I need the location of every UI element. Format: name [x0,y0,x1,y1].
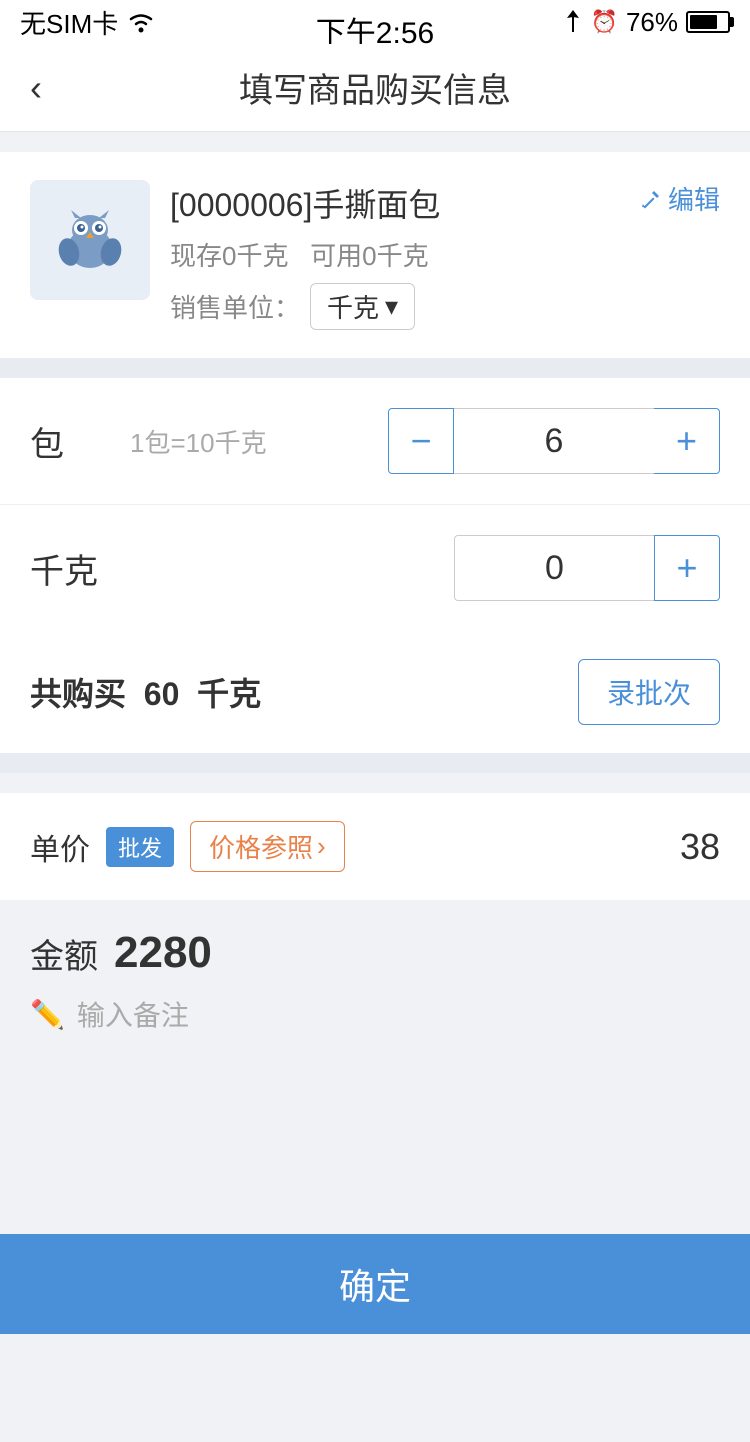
nav-bar: ‹ 填写商品购买信息 [0,44,750,132]
unit-dropdown-icon: ▾ [385,291,398,322]
kg-controls: + [454,535,720,601]
package-input-section: 包 1包=10千克 − + 千克 + [0,378,750,631]
summary-row: 共购买 60 千克 录批次 [0,631,750,753]
price-ref-label: 价格参照 [209,828,313,865]
package-sub-label: 1包=10千克 [130,423,368,460]
carrier-text: 无SIM卡 [20,4,118,41]
product-card: [0000006]手撕面包 编辑 现存0千克 可用0千克 销售单位： 千克 ▾ [0,152,750,358]
amount-section: 金额 2280 ✏️ 输入备注 [0,900,750,1062]
edit-icon [640,188,662,210]
batch-button[interactable]: 录批次 [578,659,720,725]
package-plus-button[interactable]: + [654,408,720,474]
edit-label: 编辑 [668,180,720,217]
price-label: 单价 [30,825,90,869]
unit-value: 千克 [327,288,379,325]
product-thumbnail [30,180,150,300]
price-value: 38 [680,826,720,868]
battery-percent: 76% [626,7,678,38]
kg-plus-button[interactable]: + [654,535,720,601]
amount-row: 金额 2280 [30,928,720,978]
package-input[interactable] [454,408,654,474]
product-unit-row: 销售单位： 千克 ▾ [170,283,720,330]
package-label: 包 [30,417,110,466]
summary-amount: 60 [144,676,180,712]
price-tag: 批发 [106,827,174,867]
status-right: ⏰ 76% [563,7,730,38]
section-divider-2 [0,753,750,773]
status-carrier: 无SIM卡 [20,4,156,41]
amount-value: 2280 [114,928,212,978]
price-row: 单价 批发 价格参照 › 38 [30,821,720,872]
owl-logo [55,210,125,270]
unit-select[interactable]: 千克 ▾ [310,283,415,330]
location-icon [563,10,583,34]
status-bar: 无SIM卡 下午2:56 ⏰ 76% [0,0,750,44]
pencil-icon: ✏️ [30,998,65,1031]
package-controls: − + [388,408,720,474]
note-placeholder: 输入备注 [77,994,189,1034]
section-divider-1 [0,358,750,378]
amount-label: 金额 [30,929,98,978]
summary-text: 共购买 60 千克 [30,669,261,715]
product-name: [0000006]手撕面包 [170,180,440,226]
note-row[interactable]: ✏️ 输入备注 [30,994,720,1034]
package-input-row: 包 1包=10千克 − + [0,378,750,505]
edit-button[interactable]: 编辑 [640,180,720,217]
kg-label: 千克 [30,544,110,593]
page-title: 填写商品购买信息 [239,63,511,112]
package-minus-button[interactable]: − [388,408,454,474]
price-section: 单价 批发 价格参照 › 38 [0,793,750,900]
battery-icon [686,11,730,33]
kg-input-row: 千克 + [0,505,750,631]
back-button[interactable]: ‹ [20,57,52,119]
price-ref-arrow: › [317,831,326,862]
product-stock: 现存0千克 可用0千克 [170,236,720,273]
kg-input[interactable] [454,535,654,601]
price-ref-button[interactable]: 价格参照 › [190,821,345,872]
alarm-icon: ⏰ [591,9,618,35]
wifi-icon [126,11,156,33]
confirm-button[interactable]: 确定 [0,1234,750,1334]
product-info: [0000006]手撕面包 编辑 现存0千克 可用0千克 销售单位： 千克 ▾ [170,180,720,330]
